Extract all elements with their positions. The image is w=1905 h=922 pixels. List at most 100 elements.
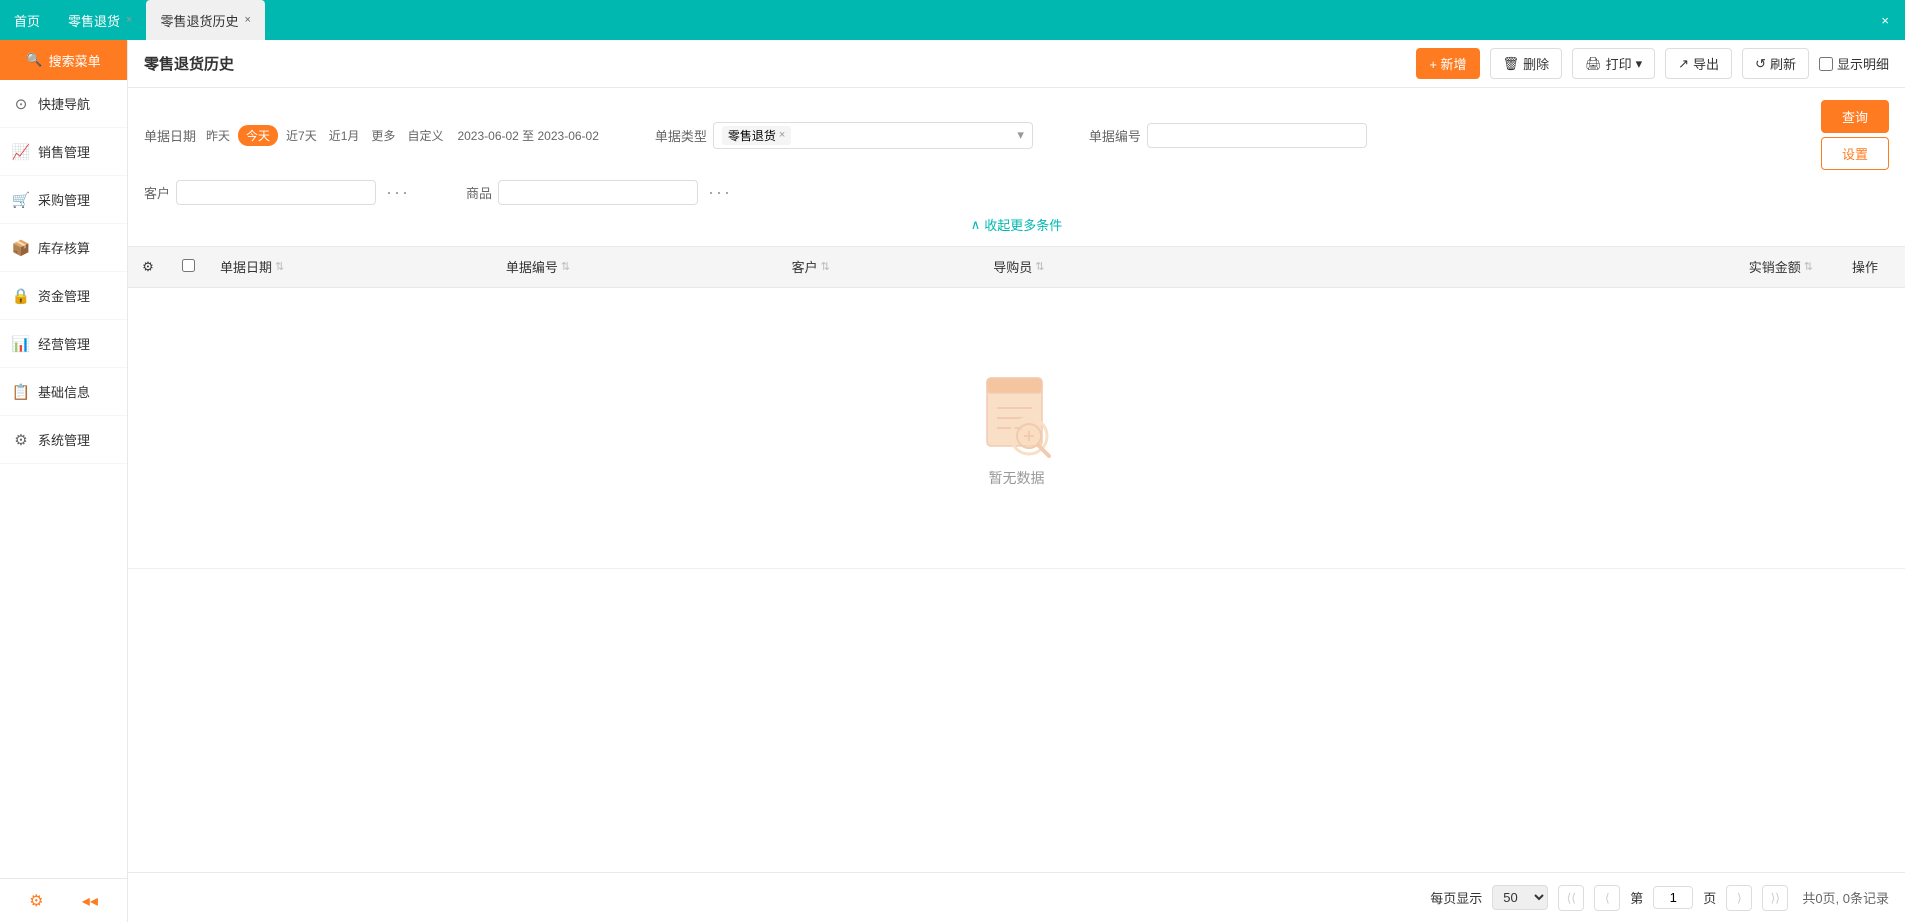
sidebar-search[interactable]: 🔍 搜索菜单 [0,40,127,80]
settings-bottom-icon[interactable]: ⚙ [29,891,43,911]
th-date[interactable]: 单据日期 ⇅ [208,247,494,287]
filter-row-1: 单据日期 昨天 今天 近7天 近1月 更多 自定义 2023-06-02 至 2… [144,100,1889,170]
sidebar-nav: ⊙ 快捷导航 📈 销售管理 🛒 采购管理 📦 库存核算 🔒 资金管理 📊 [0,80,127,878]
finance-icon: 🔒 [12,287,30,305]
th-number[interactable]: 单据编号 ⇅ [494,247,780,287]
goods-filter: 商品 ··· [466,180,732,205]
date-btn-today[interactable]: 今天 [238,125,278,146]
collapse-icon: ∧ [971,217,981,233]
type-tag-close[interactable]: × [779,129,785,141]
date-btn-more[interactable]: 更多 [367,125,399,146]
sidebar-item-business[interactable]: 📊 经营管理 [0,320,127,368]
date-btn-yesterday[interactable]: 昨天 [202,125,234,146]
basic-info-icon: 📋 [12,383,30,401]
sidebar-item-finance[interactable]: 🔒 资金管理 [0,272,127,320]
export-icon: ↗ [1678,56,1689,72]
th-settings[interactable]: ⚙ [128,247,168,287]
first-page-btn[interactable]: ⟨⟨ [1558,885,1584,911]
prev-page-btn[interactable]: ⟨ [1594,885,1620,911]
table-header-row: ⚙ 单据日期 ⇅ 单据编号 ⇅ [128,247,1905,287]
date-btn-1month[interactable]: 近1月 [325,125,364,146]
customer-label: 客户 [144,183,170,202]
volume-bottom-icon[interactable]: ◂◂ [82,891,98,911]
collapse-btn[interactable]: ∧ 收起更多条件 [971,215,1063,234]
number-label: 单据编号 [1089,126,1141,145]
page-number-input[interactable] [1653,886,1693,909]
th-guide[interactable]: 导购员 ⇅ [981,247,1225,287]
page-size-select[interactable]: 50 10 20 100 [1492,885,1548,910]
select-all-checkbox[interactable] [182,259,195,272]
date-filter: 单据日期 昨天 今天 近7天 近1月 更多 自定义 2023-06-02 至 2… [144,125,599,146]
business-icon: 📊 [12,335,30,353]
sidebar-item-sales-mgmt[interactable]: 📈 销售管理 [0,128,127,176]
delete-button[interactable]: 🗑 删除 [1490,48,1563,79]
amount-sort-icon: ⇅ [1804,260,1813,273]
sidebar-item-purchase-mgmt[interactable]: 🛒 采购管理 [0,176,127,224]
tab-retail-return-history[interactable]: 零售退货历史 × [146,0,264,40]
customer-dots[interactable]: ··· [386,182,410,203]
type-select[interactable]: 零售退货 × ▾ [713,122,1033,149]
th-checkbox[interactable] [168,247,208,287]
last-page-btn[interactable]: ⟩⟩ [1762,885,1788,911]
print-button[interactable]: 🖨 打印 ▾ [1572,48,1655,79]
filter-row-2: 客户 ··· 商品 ··· [144,180,1889,205]
sidebar-item-inventory[interactable]: 📦 库存核算 [0,224,127,272]
export-button[interactable]: ↗ 导出 [1665,48,1732,79]
query-button[interactable]: 查询 [1821,100,1889,133]
type-filter: 单据类型 零售退货 × ▾ [655,122,1033,149]
content-area: 零售退货历史 + 新增 🗑 删除 🖨 打印 ▾ ↗ 导出 ↺ [128,40,1905,922]
tab-retail-return-history-close[interactable]: × [244,14,250,26]
goods-input[interactable] [498,180,698,205]
page-size-label: 每页显示 [1430,888,1482,907]
quick-nav-icon: ⊙ [12,95,30,113]
tab-home[interactable]: 首页 [0,0,54,40]
number-input[interactable] [1147,123,1367,148]
pagination: 每页显示 50 10 20 100 ⟨⟨ ⟨ 第 页 ⟩ ⟩⟩ 共0页, 0条记… [128,872,1905,922]
search-icon: 🔍 [26,52,42,68]
show-detail-checkbox[interactable] [1819,57,1833,71]
sales-icon: 📈 [12,143,30,161]
next-page-btn[interactable]: ⟩ [1726,885,1752,911]
query-setting-btns: 查询 设置 [1821,100,1889,170]
table-area: ⚙ 单据日期 ⇅ 单据编号 ⇅ [128,247,1905,872]
tab-retail-return[interactable]: 零售退货 × [54,0,146,40]
customer-filter: 客户 ··· [144,180,410,205]
page-header: 零售退货历史 + 新增 🗑 删除 🖨 打印 ▾ ↗ 导出 ↺ [128,40,1905,88]
date-btn-custom[interactable]: 自定义 [403,125,447,146]
sidebar-item-system[interactable]: ⚙ 系统管理 [0,416,127,464]
show-detail-label: 显示明细 [1819,54,1889,73]
refresh-button[interactable]: ↺ 刷新 [1742,48,1809,79]
date-options: 昨天 今天 近7天 近1月 更多 自定义 [202,125,447,146]
sidebar-bottom: ⚙ ◂◂ [0,878,127,922]
print-icon: 🖨 [1585,56,1602,72]
top-bar: 首页 零售退货 × 零售退货历史 × × [0,0,1905,40]
empty-state-icon [967,368,1067,468]
print-dropdown-icon: ▾ [1636,56,1643,72]
goods-dots[interactable]: ··· [708,182,732,203]
main-layout: 🔍 搜索菜单 ⊙ 快捷导航 📈 销售管理 🛒 采购管理 📦 库存核算 🔒 [0,40,1905,922]
date-label: 单据日期 [144,126,196,145]
sidebar-item-quick-nav[interactable]: ⊙ 快捷导航 [0,80,127,128]
page-label: 页 [1703,888,1716,907]
th-amount[interactable]: 实销金额 ⇅ [1225,247,1825,287]
delete-icon: 🗑 [1503,56,1520,72]
date-sort-icon: ⇅ [275,260,284,273]
filter-area: 单据日期 昨天 今天 近7天 近1月 更多 自定义 2023-06-02 至 2… [128,88,1905,247]
type-tag: 零售退货 × [722,126,791,145]
customer-sort-icon: ⇅ [821,260,830,273]
date-btn-7days[interactable]: 近7天 [282,125,321,146]
customer-input[interactable] [176,180,376,205]
number-filter: 单据编号 [1089,123,1367,148]
tab-retail-return-close[interactable]: × [126,14,132,26]
refresh-icon: ↺ [1755,56,1766,72]
purchase-icon: 🛒 [12,191,30,209]
window-close-button[interactable]: × [1881,13,1905,28]
number-sort-icon: ⇅ [561,260,570,273]
pagination-info: 共0页, 0条记录 [1802,888,1889,907]
setting-button[interactable]: 设置 [1821,137,1889,170]
th-customer[interactable]: 客户 ⇅ [780,247,982,287]
empty-state-cell: 暂无数据 [128,287,1905,568]
add-button[interactable]: + 新增 [1416,48,1479,79]
sidebar: 🔍 搜索菜单 ⊙ 快捷导航 📈 销售管理 🛒 采购管理 📦 库存核算 🔒 [0,40,128,922]
sidebar-item-basic-info[interactable]: 📋 基础信息 [0,368,127,416]
